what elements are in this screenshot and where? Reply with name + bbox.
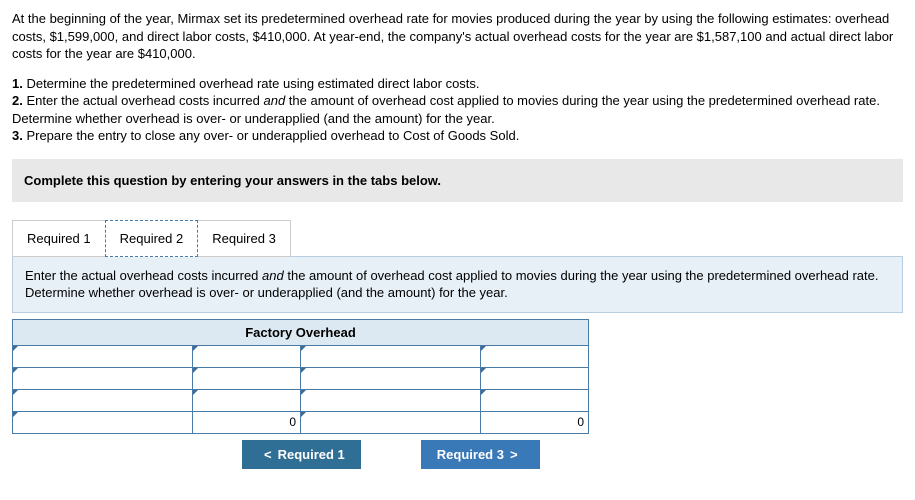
tab-desc-a: Enter the actual overhead costs incurred [25, 268, 262, 283]
prev-label: Required 1 [278, 447, 345, 462]
q2-text-a: Enter the actual overhead costs incurred [23, 93, 264, 108]
chevron-right-icon: > [510, 447, 518, 462]
credit-amount-cell[interactable] [481, 367, 589, 389]
tab-desc-and: and [262, 268, 284, 283]
tabs: Required 1 Required 2 Required 3 [12, 220, 903, 257]
instruction-bar: Complete this question by entering your … [12, 159, 903, 202]
table-row [13, 367, 589, 389]
tab-required-2[interactable]: Required 2 [105, 220, 199, 257]
q2-and: and [263, 93, 285, 108]
credit-total: 0 [481, 411, 589, 433]
debit-amount-cell[interactable] [193, 345, 301, 367]
credit-label-cell[interactable] [301, 345, 481, 367]
factory-overhead-table: Factory Overhead 0 0 [12, 319, 589, 434]
debit-total-label[interactable] [13, 411, 193, 433]
q3-text: Prepare the entry to close any over- or … [23, 128, 519, 143]
tab-required-1[interactable]: Required 1 [12, 220, 106, 257]
question-list: 1. Determine the predetermined overhead … [12, 75, 903, 145]
debit-amount-cell[interactable] [193, 389, 301, 411]
table-row [13, 389, 589, 411]
t-account-title: Factory Overhead [13, 319, 589, 345]
q2-number: 2. [12, 93, 23, 108]
q3-number: 3. [12, 128, 23, 143]
credit-label-cell[interactable] [301, 367, 481, 389]
debit-label-cell[interactable] [13, 345, 193, 367]
problem-statement: At the beginning of the year, Mirmax set… [12, 10, 903, 63]
tab-content-description: Enter the actual overhead costs incurred… [12, 256, 903, 313]
next-button[interactable]: Required 3 > [421, 440, 540, 469]
credit-amount-cell[interactable] [481, 345, 589, 367]
chevron-left-icon: < [264, 447, 272, 462]
tab-required-3[interactable]: Required 3 [197, 220, 291, 257]
t-account-worksheet: Factory Overhead 0 0 [12, 319, 903, 434]
credit-label-cell[interactable] [301, 389, 481, 411]
credit-amount-cell[interactable] [481, 389, 589, 411]
prev-button[interactable]: < Required 1 [242, 440, 361, 469]
q1-number: 1. [12, 76, 23, 91]
credit-total-label[interactable] [301, 411, 481, 433]
next-label: Required 3 [437, 447, 504, 462]
table-row [13, 345, 589, 367]
totals-row: 0 0 [13, 411, 589, 433]
nav-buttons: < Required 1 Required 3 > [12, 440, 903, 469]
debit-label-cell[interactable] [13, 367, 193, 389]
debit-total: 0 [193, 411, 301, 433]
debit-label-cell[interactable] [13, 389, 193, 411]
debit-amount-cell[interactable] [193, 367, 301, 389]
q1-text: Determine the predetermined overhead rat… [23, 76, 480, 91]
